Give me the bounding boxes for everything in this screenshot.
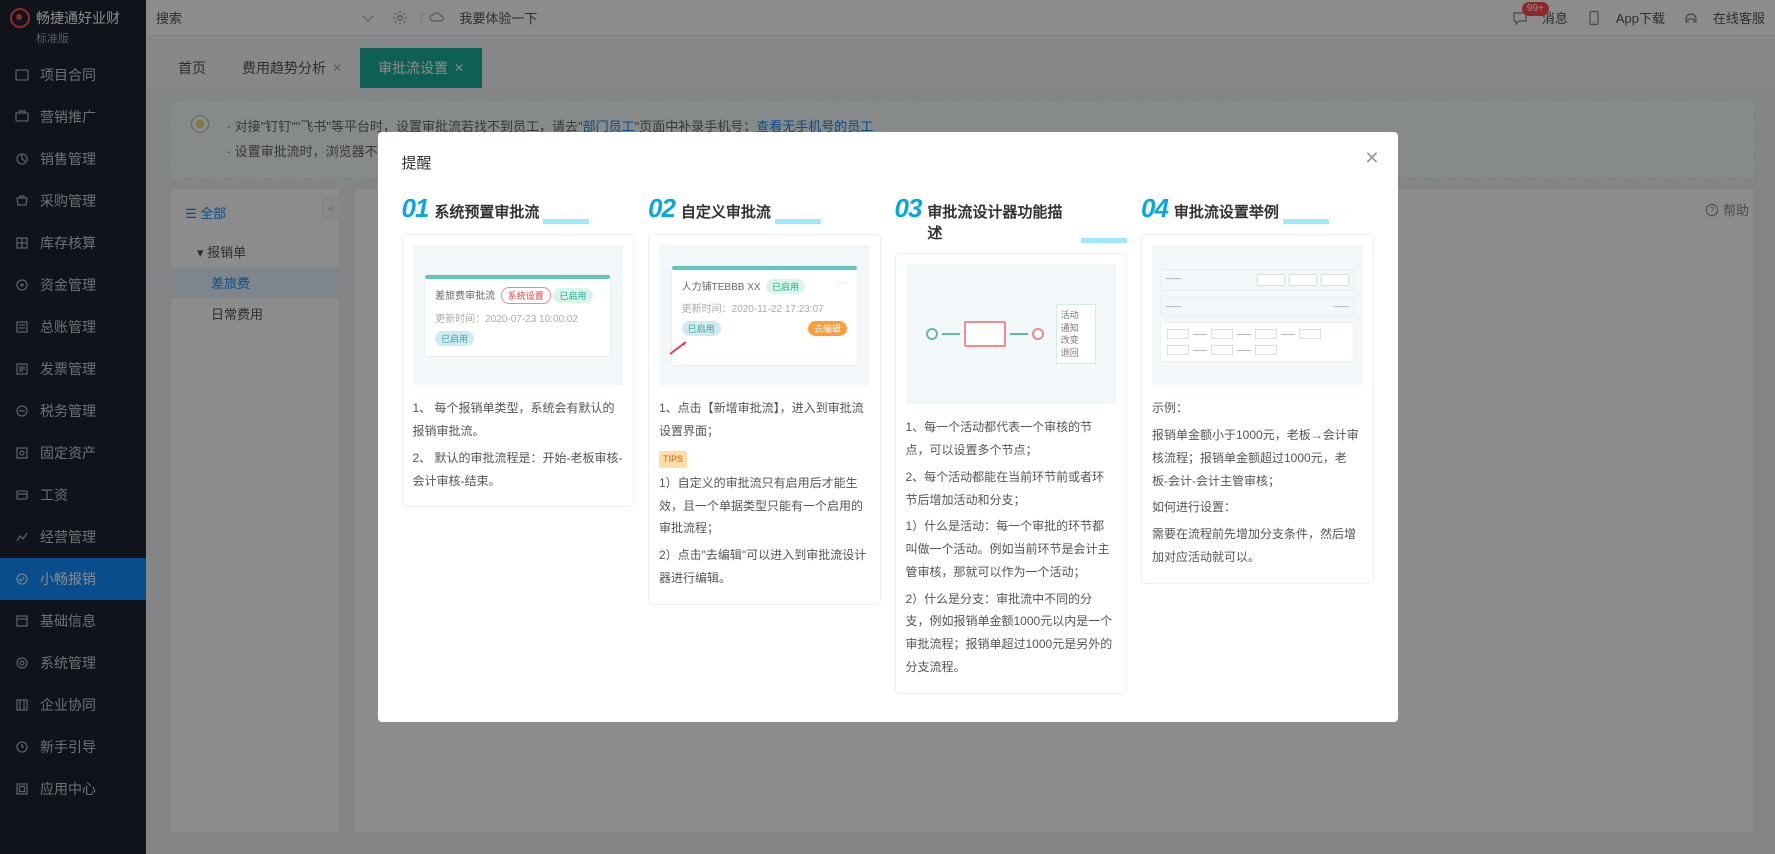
guide-text: 2、 默认的审批流程是：开始-老板审核-会计审核-结束。	[413, 447, 624, 493]
reminder-modal: 提醒 ✕ 01 系统预置审批流 差旅费审批流 系统设置 已启用更新时间：2020…	[378, 132, 1398, 722]
guide-number: 03	[895, 193, 922, 224]
tips-chip: TIPS	[659, 451, 687, 468]
guide-card: 人力铺TEBBB XX 已启用⋯更新时间：2020-11-22 17:23:07…	[648, 234, 881, 605]
close-icon[interactable]: ✕	[1364, 148, 1379, 169]
guide-text: 2）什么是分支：审批流中不同的分支，例如报销单金额1000元以内是一个审批流程；…	[906, 588, 1117, 679]
guide-number: 02	[648, 193, 675, 224]
guide-text: 需要在流程前先增加分支条件，然后增加对应活动就可以。	[1152, 523, 1363, 569]
guide-thumbnail: ——————	[1152, 245, 1363, 385]
guide-text: 2）点击"去编辑"可以进入到审批流设计器进行编辑。	[659, 544, 870, 590]
guide-text: 1、点击【新增审批流】，进入到审批流设置界面；	[659, 397, 870, 443]
guide-text: 报销单金额小于1000元，老板→会计审核流程；报销单金额超过1000元，老板-会…	[1152, 424, 1363, 492]
guide-text: 1）什么是活动：每一个审批的环节都叫做一个活动。例如当前环节是会计主管审核，那就…	[906, 515, 1117, 583]
guide-column: 01 系统预置审批流 差旅费审批流 系统设置 已启用更新时间：2020-07-2…	[402, 193, 635, 694]
modal-overlay[interactable]: 提醒 ✕ 01 系统预置审批流 差旅费审批流 系统设置 已启用更新时间：2020…	[0, 0, 1775, 854]
guide-number: 01	[402, 193, 429, 224]
guide-title: 自定义审批流	[681, 201, 771, 222]
guide-text: 1、 每个报销单类型，系统会有默认的报销审批流。	[413, 397, 624, 443]
guide-text: 2、每个活动都能在当前环节前或者环节后增加活动和分支；	[906, 466, 1117, 512]
guide-text: 示例：	[1152, 397, 1363, 420]
guide-text: 如何进行设置：	[1152, 496, 1363, 519]
guide-card: 差旅费审批流 系统设置 已启用更新时间：2020-07-23 10:00:02已…	[402, 234, 635, 507]
guide-column: 02 自定义审批流 人力铺TEBBB XX 已启用⋯更新时间：2020-11-2…	[648, 193, 881, 694]
guide-title: 审批流设计器功能描述	[927, 201, 1077, 243]
guide-title: 系统预置审批流	[434, 201, 539, 222]
guide-number: 04	[1141, 193, 1168, 224]
guide-thumbnail: 差旅费审批流 系统设置 已启用更新时间：2020-07-23 10:00:02已…	[413, 245, 624, 385]
guide-column: 03 审批流设计器功能描述 活动通知改变退回 1、每一个活动都代表一个审核的节点…	[895, 193, 1128, 694]
guide-text: 1）自定义的审批流只有启用后才能生效，且一个单据类型只能有一个启用的审批流程；	[659, 472, 870, 540]
guide-card: 活动通知改变退回 1、每一个活动都代表一个审核的节点，可以设置多个节点；2、每个…	[895, 253, 1128, 694]
guide-text: 1、每一个活动都代表一个审核的节点，可以设置多个节点；	[906, 416, 1117, 462]
guide-card: —————— 示例： 报销单金额小于1000元，老板→会计审核流程；报销单金额超过…	[1141, 234, 1374, 584]
guide-column: 04 审批流设置举例 —————— 示例： 报销单金额小于1000元，老板→会计审…	[1141, 193, 1374, 694]
guide-thumbnail: 活动通知改变退回	[906, 264, 1117, 404]
modal-title: 提醒	[402, 152, 1374, 173]
guide-thumbnail: 人力铺TEBBB XX 已启用⋯更新时间：2020-11-22 17:23:07…	[659, 245, 870, 385]
guide-title: 审批流设置举例	[1174, 201, 1279, 222]
